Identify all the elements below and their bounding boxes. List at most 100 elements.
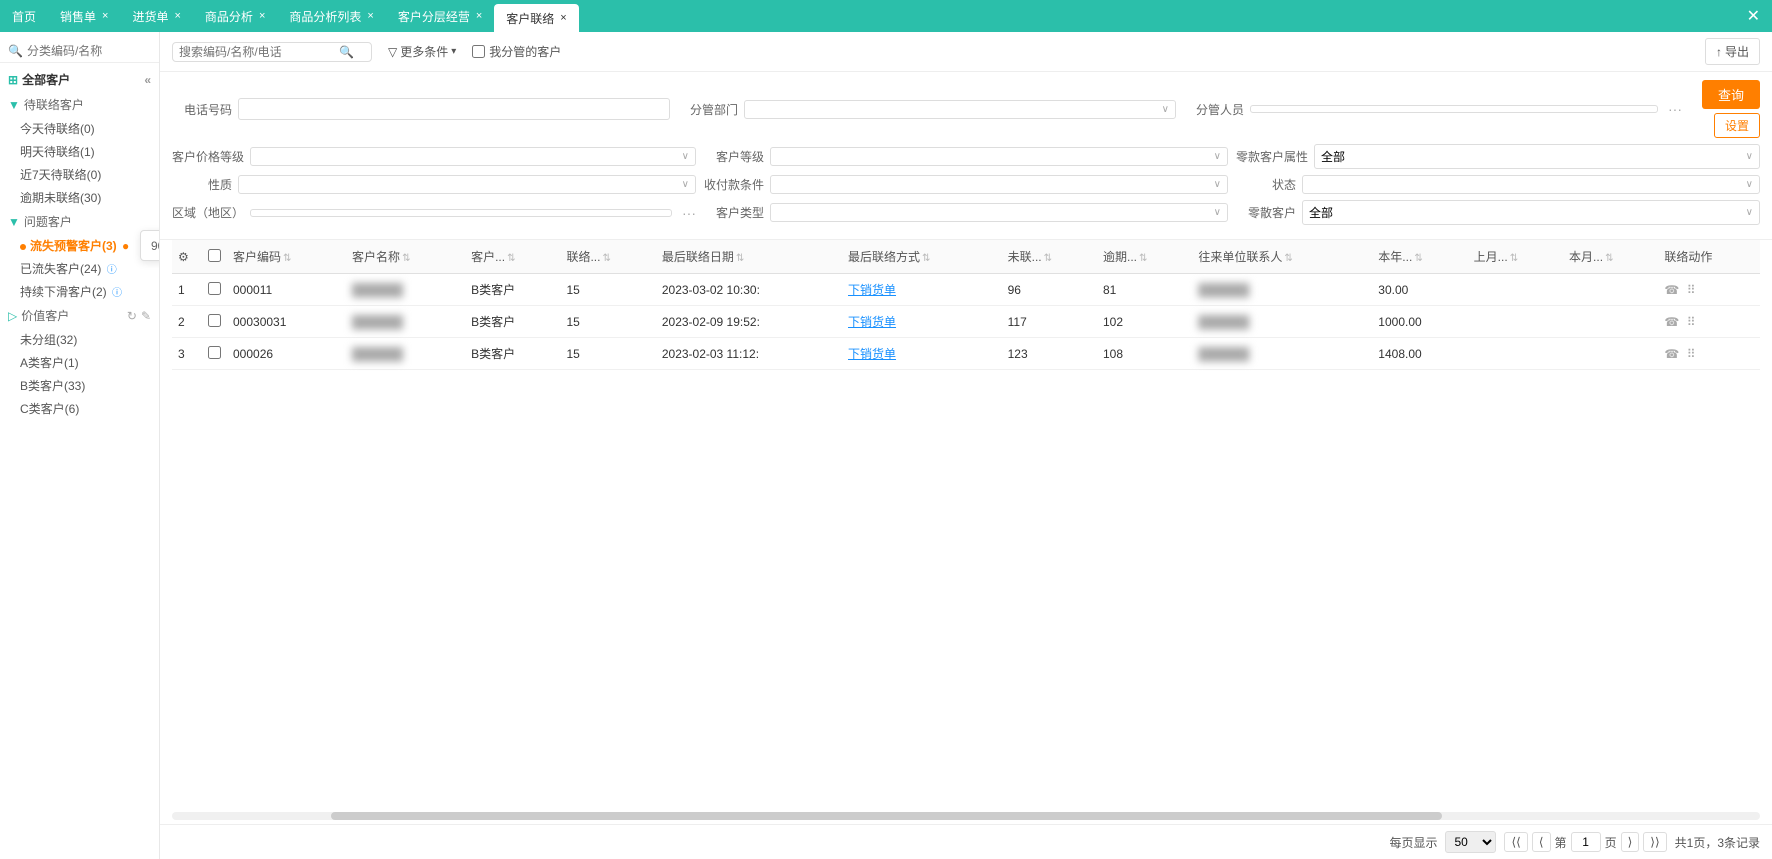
row-checkbox[interactable] [208,346,221,359]
sidebar-item-today[interactable]: 今天待联络(0) [0,117,159,140]
more-action-icon[interactable]: ⠿ [1687,347,1696,361]
col-last-date[interactable]: 最后联络日期⇅ [656,240,842,274]
cell-checkbox[interactable] [202,274,227,306]
scrollbar-thumb[interactable] [331,812,1443,820]
tab-purchase[interactable]: 进货单 × [120,0,192,32]
more-action-icon[interactable]: ⠿ [1687,315,1696,329]
cell-action[interactable]: ☎ ⠿ [1658,306,1760,338]
close-tab-analysis-list[interactable]: × [367,10,373,22]
filter-region-select[interactable] [250,209,672,217]
col-settings[interactable]: ⚙ [172,240,202,274]
my-customers-checkbox[interactable] [472,45,485,58]
contact-action-icon[interactable]: ☎ [1664,347,1679,361]
more-action-icon[interactable]: ⠿ [1687,283,1696,297]
col-overdue[interactable]: 逾期...⇅ [1097,240,1192,274]
my-customers-checkbox-label[interactable]: 我分管的客户 [472,43,561,60]
prev-page-button[interactable]: ⟨ [1532,832,1551,852]
last-page-button[interactable]: ⟩⟩ [1643,832,1666,852]
toolbar-search-input[interactable] [179,45,339,59]
tab-analysis[interactable]: 商品分析 × [193,0,277,32]
tab-customer-tier[interactable]: 客户分层经营 × [386,0,494,32]
all-customers-header[interactable]: ⊞ 全部客户 « [0,67,159,92]
filter-nature-select[interactable]: ∨ [238,175,696,194]
sidebar-item-lost-customers[interactable]: 已流失客户(24) ⓘ [0,257,159,280]
refresh-icon[interactable]: ↻ [127,309,137,323]
sidebar-item-declining[interactable]: 持续下滑客户(2) ⓘ [0,280,159,303]
horizontal-scrollbar[interactable] [172,812,1760,820]
last-method-link[interactable]: 下销货单 [848,347,896,361]
tab-customer-contact[interactable]: 客户联络 × [494,4,578,32]
filter-payment-select[interactable]: ∨ [770,175,1228,194]
col-name[interactable]: 客户名称⇅ [346,240,465,274]
contact-action-icon[interactable]: ☎ [1664,315,1679,329]
row-checkbox[interactable] [208,314,221,327]
info-icon-2: ⓘ [112,288,122,299]
per-page-select[interactable]: 50 20 100 [1445,831,1496,853]
sidebar-item-overdue[interactable]: 逾期未联络(30) [0,186,159,209]
cell-checkbox[interactable] [202,338,227,370]
col-code[interactable]: 客户编码⇅ [227,240,346,274]
last-method-link[interactable]: 下销货单 [848,315,896,329]
col-last-month[interactable]: 上月...⇅ [1468,240,1563,274]
col-this-month[interactable]: 本月...⇅ [1563,240,1658,274]
filter-customer-type-select[interactable]: ∨ [770,203,1228,222]
filter-dept-select[interactable]: ∨ [744,100,1176,119]
sidebar-item-class-b[interactable]: B类客户(33) [0,374,159,397]
sidebar-item-class-c[interactable]: C类客户(6) [0,397,159,420]
col-not-contacted[interactable]: 未联...⇅ [1002,240,1097,274]
customer-name: ██████ [352,315,403,329]
contact-action-icon[interactable]: ☎ [1664,283,1679,297]
sidebar-item-churn-warning[interactable]: 流失预警客户(3) ● [0,234,159,257]
edit-icon[interactable]: ✎ [141,309,151,323]
filter-customer-level-select[interactable]: ∨ [770,147,1228,166]
close-tab-customer-contact[interactable]: × [560,12,566,24]
col-contact[interactable]: 联络...⇅ [560,240,655,274]
filter-phone-input[interactable] [238,98,670,120]
sidebar-search-input[interactable] [27,44,151,58]
sidebar-item-tomorrow[interactable]: 明天待联络(1) [0,140,159,163]
settings-button[interactable]: 设置 [1714,113,1760,138]
row-checkbox[interactable] [208,282,221,295]
first-page-button[interactable]: ⟨⟨ [1504,832,1527,852]
more-options-icon-2[interactable]: ··· [682,205,696,221]
cell-last-method[interactable]: 下销货单 [842,274,1002,306]
sidebar-item-7days[interactable]: 近7天待联络(0) [0,163,159,186]
col-this-year[interactable]: 本年...⇅ [1372,240,1467,274]
close-tab-purchase[interactable]: × [174,10,180,22]
more-conditions-button[interactable]: ▽ 更多条件 ▾ [380,39,464,64]
sidebar-item-class-a[interactable]: A类客户(1) [0,351,159,374]
col-type[interactable]: 客户...⇅ [465,240,560,274]
more-options-icon[interactable]: ··· [1668,101,1682,117]
filter-price-level-select[interactable]: ∨ [250,147,696,166]
col-last-method[interactable]: 最后联络方式⇅ [842,240,1002,274]
page-input[interactable] [1571,832,1601,852]
next-page-button[interactable]: ⟩ [1621,832,1640,852]
close-tab-sales[interactable]: × [102,10,108,22]
tab-sales[interactable]: 销售单 × [48,0,120,32]
window-close-button[interactable]: ✕ [1735,6,1772,26]
tab-analysis-list[interactable]: 商品分析列表 × [277,0,385,32]
close-tab-analysis[interactable]: × [259,10,265,22]
group-pending-contact[interactable]: ▼ 待联络客户 [0,92,159,117]
cell-last-method[interactable]: 下销货单 [842,338,1002,370]
close-tab-customer-tier[interactable]: × [476,10,482,22]
export-button[interactable]: ↑ 导出 [1705,38,1760,65]
col-contact-person[interactable]: 往来单位联系人⇅ [1192,240,1372,274]
tab-home[interactable]: 首页 [0,0,48,32]
settings-icon[interactable]: ⚙ [178,250,189,264]
query-button[interactable]: 查询 [1702,80,1760,109]
last-method-link[interactable]: 下销货单 [848,283,896,297]
group-value-customers[interactable]: ▷ 价值客户 ↻ ✎ [0,303,159,328]
cell-action[interactable]: ☎ ⠿ [1658,274,1760,306]
filter-zero-retail-select[interactable]: 全部∨ [1302,200,1760,225]
group-problem-customers[interactable]: ▼ 问题客户 [0,209,159,234]
cell-checkbox[interactable] [202,306,227,338]
select-all-checkbox[interactable] [208,249,221,262]
cell-last-method[interactable]: 下销货单 [842,306,1002,338]
sidebar-item-ungrouped[interactable]: 未分组(32) [0,328,159,351]
filter-zero-customer-select[interactable]: 全部∨ [1314,144,1760,169]
toolbar-search-icon[interactable]: 🔍 [339,45,354,59]
filter-person-select[interactable] [1250,105,1658,113]
cell-action[interactable]: ☎ ⠿ [1658,338,1760,370]
filter-status-select[interactable]: ∨ [1302,175,1760,194]
